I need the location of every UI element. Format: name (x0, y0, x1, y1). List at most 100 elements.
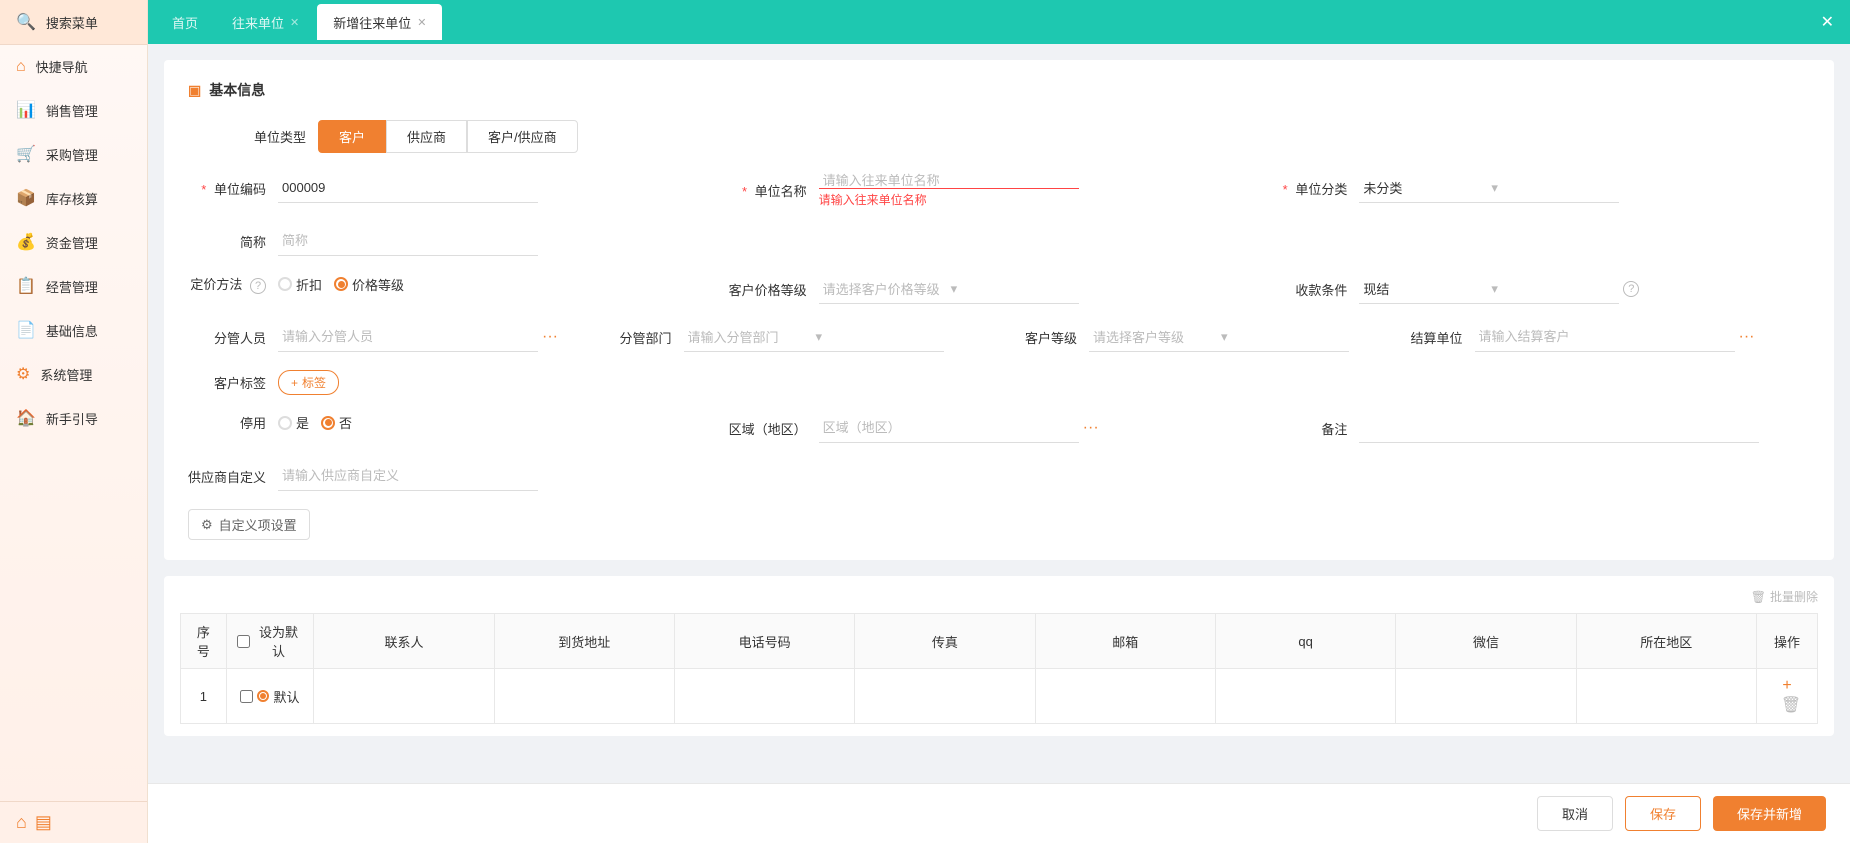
add-tag-button[interactable]: + 标签 (278, 370, 339, 395)
sidebar-item-quick-nav[interactable]: ⌂ 快捷导航 (0, 45, 147, 88)
pricing-help-icon[interactable]: ? (250, 278, 266, 294)
customer-level-select[interactable]: 请选择客户等级 ▾ (1089, 322, 1349, 352)
note-input[interactable] (1359, 413, 1759, 443)
unit-type-customer-btn[interactable]: 客户 (318, 120, 386, 153)
cell-region[interactable] (1576, 669, 1756, 724)
qq-input[interactable] (1226, 689, 1385, 704)
abbr-input[interactable] (278, 226, 538, 256)
select-all-checkbox[interactable] (237, 635, 250, 648)
sidebar-item-sales[interactable]: 📊 销售管理 (0, 88, 147, 132)
department-label: 分管部门 (594, 328, 684, 347)
sidebar-item-system-label: 系统管理 (40, 365, 92, 384)
field-region: 区域（地区） ··· (729, 413, 1270, 443)
payment-select[interactable]: 现结 ▾ (1359, 274, 1619, 304)
payment-help-icon[interactable]: ? (1623, 281, 1639, 297)
region-more-icon[interactable]: ··· (1083, 419, 1099, 437)
cell-qq[interactable] (1215, 669, 1395, 724)
phone-input[interactable] (685, 689, 844, 704)
unit-type-row: 单位类型 客户 供应商 客户/供应商 (188, 120, 1810, 153)
department-select[interactable]: 请输入分管部门 ▾ (684, 322, 944, 352)
tab-home[interactable]: 首页 (156, 4, 214, 40)
cell-email[interactable] (1035, 669, 1215, 724)
sidebar-item-finance[interactable]: 💰 资金管理 (0, 220, 147, 264)
sidebar-item-system[interactable]: ⚙ 系统管理 (0, 352, 147, 396)
contact-input[interactable] (324, 689, 483, 704)
supplier-custom-input[interactable] (278, 461, 538, 491)
department-placeholder: 请输入分管部门 (688, 327, 812, 346)
region-cell-input[interactable] (1587, 689, 1746, 704)
field-settlement: 结算单位 ··· (1405, 322, 1811, 352)
tab-new-unit-label: 新增往来单位 (333, 13, 411, 32)
col-address: 到货地址 (494, 614, 674, 669)
custom-settings-button[interactable]: ⚙ 自定义项设置 (188, 509, 310, 540)
note-label: 备注 (1269, 419, 1359, 438)
address-input[interactable] (505, 689, 664, 704)
gear-small-icon: ⚙ (201, 517, 213, 533)
batch-delete-button[interactable]: 🗑 批量删除 (1751, 588, 1818, 605)
cancel-button[interactable]: 取消 (1537, 796, 1613, 831)
default-radio-label[interactable]: 默认 (257, 687, 299, 706)
disabled-no-radio[interactable] (321, 416, 335, 430)
tab-unit-list-close[interactable]: ✕ (290, 16, 299, 29)
unit-type-both-btn[interactable]: 客户/供应商 (467, 120, 578, 153)
cell-phone[interactable] (674, 669, 854, 724)
cell-fax[interactable] (855, 669, 1035, 724)
manager-more-icon[interactable]: ··· (542, 328, 558, 346)
cart-icon: 🛒 (16, 144, 36, 164)
sidebar-item-purchase[interactable]: 🛒 采购管理 (0, 132, 147, 176)
main-close-button[interactable]: ✕ (1813, 8, 1842, 36)
sidebar-home-icon[interactable]: ⌂ (16, 812, 27, 833)
add-row-icon[interactable]: + (1782, 677, 1791, 694)
save-new-button[interactable]: 保存并新增 (1713, 796, 1826, 831)
gear-icon: ⚙ (16, 364, 30, 384)
sidebar-item-guide[interactable]: 🏠 新手引导 (0, 396, 147, 440)
region-input[interactable] (819, 413, 1079, 443)
unit-name-label: * 单位名称 (729, 181, 819, 200)
home-icon: ⌂ (16, 58, 26, 76)
unit-category-select[interactable]: 未分类 ▾ (1359, 173, 1619, 203)
disabled-yes-radio[interactable] (278, 416, 292, 430)
unit-name-input[interactable] (819, 173, 1079, 189)
disabled-yes-option[interactable]: 是 (278, 413, 309, 432)
wechat-input[interactable] (1406, 689, 1565, 704)
unit-code-input[interactable] (278, 173, 538, 203)
row-checkbox[interactable] (240, 690, 253, 703)
col-fax: 传真 (855, 614, 1035, 669)
col-qq: qq (1215, 614, 1395, 669)
email-input[interactable] (1046, 689, 1205, 704)
cell-address[interactable] (494, 669, 674, 724)
sidebar-expand-icon[interactable]: ▤ (35, 812, 52, 833)
save-button[interactable]: 保存 (1625, 796, 1701, 831)
cell-contact[interactable] (314, 669, 494, 724)
tab-new-unit-close[interactable]: ✕ (417, 16, 426, 29)
sidebar-item-quick-nav-label: 快捷导航 (36, 57, 88, 76)
chart-icon: 📊 (16, 100, 36, 120)
pricing-level-radio[interactable] (334, 277, 348, 291)
settlement-more-icon[interactable]: ··· (1739, 328, 1755, 346)
custom-settings-row: ⚙ 自定义项设置 (188, 509, 1810, 540)
disabled-no-option[interactable]: 否 (321, 413, 352, 432)
sidebar-item-basic-info[interactable]: 📄 基础信息 (0, 308, 147, 352)
tab-unit-list[interactable]: 往来单位 ✕ (216, 4, 315, 40)
pricing-discount-option[interactable]: 折扣 (278, 275, 322, 294)
tab-new-unit[interactable]: 新增往来单位 ✕ (317, 4, 442, 40)
customer-tag-label: 客户标签 (188, 373, 278, 392)
default-radio[interactable] (257, 690, 269, 702)
cell-wechat[interactable] (1396, 669, 1576, 724)
cell-default: 默认 (226, 669, 314, 724)
manager-input[interactable] (278, 322, 538, 352)
field-supplier-custom: 供应商自定义 (188, 461, 1810, 491)
sidebar-item-operations[interactable]: 📋 经营管理 (0, 264, 147, 308)
pricing-discount-radio[interactable] (278, 277, 292, 291)
col-default: 设为默认 (226, 614, 314, 669)
sidebar-item-inventory[interactable]: 📦 库存核算 (0, 176, 147, 220)
fax-input[interactable] (865, 689, 1024, 704)
pricing-level-option[interactable]: 价格等级 (334, 275, 404, 294)
unit-type-supplier-btn[interactable]: 供应商 (386, 120, 467, 153)
delete-row-icon[interactable]: 🗑 (1781, 697, 1801, 714)
field-unit-code: * 单位编码 (188, 173, 729, 203)
customer-price-select[interactable]: 请选择客户价格等级 ▾ (819, 274, 1079, 304)
sidebar-item-search[interactable]: 🔍 搜索菜单 (0, 0, 147, 45)
tab-bar: 首页 往来单位 ✕ 新增往来单位 ✕ ✕ (148, 0, 1850, 44)
settlement-input[interactable] (1475, 322, 1735, 352)
